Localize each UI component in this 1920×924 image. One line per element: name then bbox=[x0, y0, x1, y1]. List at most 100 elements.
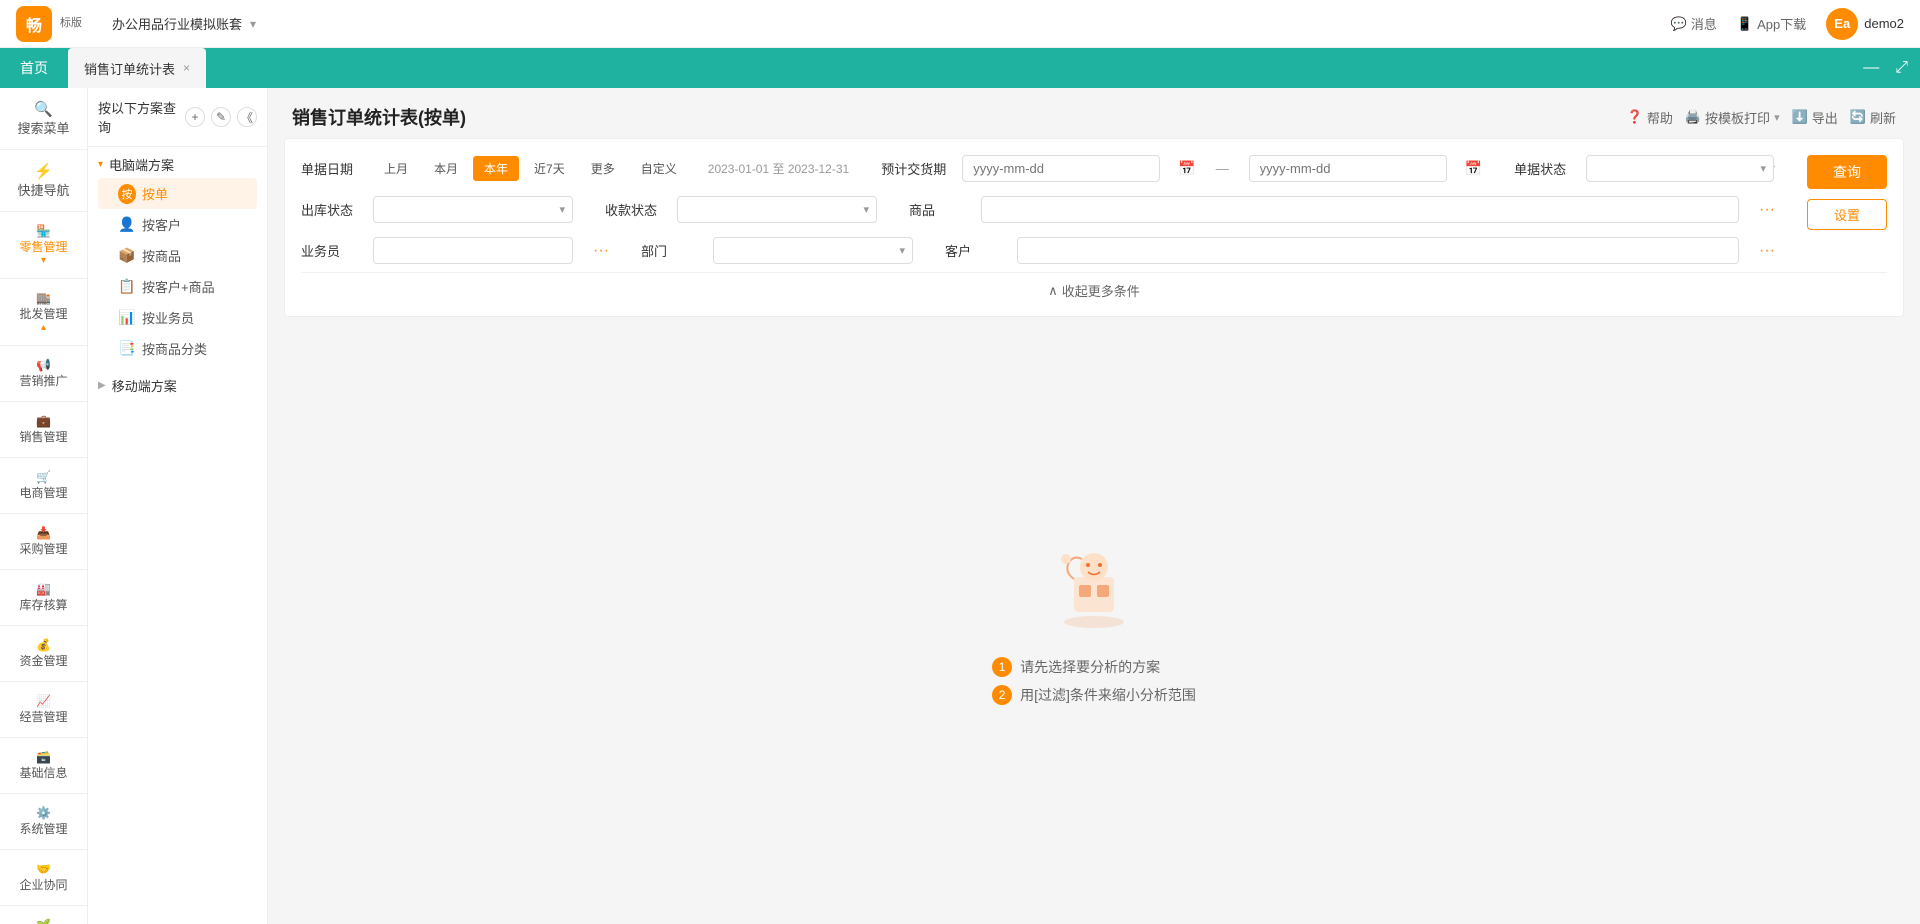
topbar: 畅 标版 办公用品行业模拟账套 ▾ 💬 消息 📱 App下载 Ea demo2 bbox=[0, 0, 1920, 48]
window-maximize-icon[interactable]: ⤢ bbox=[1891, 55, 1912, 81]
newbie-icon: 🌱 bbox=[36, 918, 51, 924]
scheme-collapse-button[interactable]: 《 bbox=[237, 107, 257, 127]
scheme-item-icon-category: 📑 bbox=[118, 340, 136, 358]
filter-row-1: 单据日期 上月 本月 本年 近7天 bbox=[301, 155, 1775, 182]
tab-active-label: 销售订单统计表 bbox=[84, 59, 175, 78]
ecom-icon: 🛒 bbox=[36, 470, 51, 484]
collapse-button[interactable]: ∧ 收起更多条件 bbox=[1048, 281, 1140, 300]
scheme-mobile-expand-icon: ▶ bbox=[98, 380, 106, 391]
customer-more-icon[interactable]: ··· bbox=[1759, 242, 1775, 260]
scheme-desktop-section: ▾ 电脑端方案 按 按单 👤 按客户 📦 按商品 📋 按客户+商品 bbox=[88, 147, 267, 368]
scheme-desktop-title[interactable]: ▾ 电脑端方案 bbox=[98, 155, 257, 174]
dept-label: 部门 bbox=[641, 241, 697, 260]
window-minimize-icon[interactable]: — bbox=[1859, 55, 1883, 81]
page-title: 销售订单统计表(按单) bbox=[292, 104, 466, 130]
sidebar-item-operation[interactable]: 📈 经营管理 bbox=[0, 682, 87, 738]
date-tab-lastmonth[interactable]: 上月 bbox=[373, 156, 419, 181]
refresh-button[interactable]: 🔄 刷新 bbox=[1850, 108, 1896, 127]
payment-status-select[interactable] bbox=[677, 196, 877, 223]
date-picker-start-icon[interactable]: 📅 bbox=[1178, 160, 1195, 177]
scheme-section-expand-icon: ▾ bbox=[98, 159, 103, 170]
sidebar-item-quicknav[interactable]: ⚡ 快捷导航 bbox=[0, 150, 87, 212]
customer-input[interactable] bbox=[1017, 237, 1739, 264]
delivery-status-select[interactable] bbox=[373, 196, 573, 223]
scheme-item-icon-custprod: 📋 bbox=[118, 278, 136, 296]
date-tab-thisyear[interactable]: 本年 bbox=[473, 156, 519, 181]
payment-status-label: 收款状态 bbox=[605, 200, 661, 219]
scheme-item-by-order[interactable]: 按 按单 bbox=[98, 178, 257, 209]
expected-delivery-start[interactable] bbox=[962, 155, 1160, 182]
sidebar-item-search[interactable]: 🔍 搜索菜单 bbox=[0, 88, 87, 150]
scheme-item-by-cust-prod[interactable]: 📋 按客户+商品 bbox=[98, 271, 257, 302]
message-icon: 💬 bbox=[1671, 16, 1687, 32]
sidebar-item-finance[interactable]: 💰 资金管理 bbox=[0, 626, 87, 682]
sidebar-item-enterprise[interactable]: 🤝 企业协同 bbox=[0, 850, 87, 906]
user-menu[interactable]: Ea demo2 bbox=[1826, 8, 1904, 40]
download-icon: 📱 bbox=[1737, 16, 1753, 32]
sidebar-item-sales[interactable]: 💼 销售管理 bbox=[0, 402, 87, 458]
salesperson-input[interactable] bbox=[373, 237, 573, 264]
scheme-mobile-title[interactable]: ▶ 移动端方案 bbox=[98, 376, 257, 395]
tab-active[interactable]: 销售订单统计表 × bbox=[68, 48, 206, 88]
workspace-name[interactable]: 办公用品行业模拟账套 bbox=[112, 14, 242, 33]
filter-area: 单据日期 上月 本月 本年 近7天 bbox=[284, 138, 1904, 317]
workspace-area: 办公用品行业模拟账套 ▾ bbox=[96, 14, 1671, 33]
date-tab-more[interactable]: 更多 bbox=[580, 156, 626, 181]
date-tab-custom[interactable]: 自定义 bbox=[630, 156, 688, 181]
workspace-arrow-icon[interactable]: ▾ bbox=[250, 17, 256, 31]
scheme-item-by-product[interactable]: 📦 按商品 bbox=[98, 240, 257, 271]
delivery-status-label: 出库状态 bbox=[301, 200, 357, 219]
query-button[interactable]: 查询 bbox=[1807, 155, 1887, 189]
message-button[interactable]: 💬 消息 bbox=[1671, 14, 1717, 33]
scheme-item-by-category[interactable]: 📑 按商品分类 bbox=[98, 333, 257, 364]
empty-hint-2: 2 用[过滤]条件来缩小分析范围 bbox=[992, 685, 1196, 705]
refresh-icon: 🔄 bbox=[1850, 109, 1866, 125]
sidebar-item-system[interactable]: ⚙️ 系统管理 bbox=[0, 794, 87, 850]
settings-button[interactable]: 设置 bbox=[1807, 199, 1887, 230]
print-button[interactable]: 🖨️ 按模板打印 ▾ bbox=[1685, 108, 1780, 127]
operation-icon: 📈 bbox=[36, 694, 51, 708]
tab-home[interactable]: 首页 bbox=[0, 48, 68, 88]
sidebar-item-retail[interactable]: 🏪 零售管理 ▾ bbox=[0, 212, 87, 279]
expected-delivery-end[interactable] bbox=[1249, 155, 1447, 182]
tab-close-icon[interactable]: × bbox=[183, 61, 190, 75]
action-column: 查询 设置 bbox=[1807, 155, 1887, 230]
date-tab-thismonth[interactable]: 本月 bbox=[423, 156, 469, 181]
scheme-item-by-salesperson[interactable]: 📊 按业务员 bbox=[98, 302, 257, 333]
help-button[interactable]: ❓ 帮助 bbox=[1627, 108, 1673, 127]
salesperson-more-icon[interactable]: ··· bbox=[593, 242, 609, 260]
content-area: 销售订单统计表(按单) ❓ 帮助 🖨️ 按模板打印 ▾ ⬇️ 导出 🔄 刷新 bbox=[268, 88, 1920, 924]
app-download-button[interactable]: 📱 App下载 bbox=[1737, 14, 1806, 33]
scheme-item-by-customer[interactable]: 👤 按客户 bbox=[98, 209, 257, 240]
sidebar-item-stock[interactable]: 🏭 库存核算 bbox=[0, 570, 87, 626]
scheme-edit-button[interactable]: ✎ bbox=[211, 107, 231, 127]
sidebar-item-marketing[interactable]: 📢 营销推广 bbox=[0, 346, 87, 402]
scheme-add-button[interactable]: + bbox=[185, 107, 205, 127]
print-dropdown-icon[interactable]: ▾ bbox=[1774, 111, 1780, 124]
collapse-row: ∧ 收起更多条件 bbox=[301, 272, 1887, 300]
sidebar-item-newbie[interactable]: 🌱 新手引导 bbox=[0, 906, 87, 924]
sidebar-item-base[interactable]: 🗃️ 基础信息 bbox=[0, 738, 87, 794]
sidebar-item-wholesale[interactable]: 🏬 批发管理 ▴ bbox=[0, 279, 87, 346]
system-icon: ⚙️ bbox=[36, 806, 51, 820]
date-picker-end-icon[interactable]: 📅 bbox=[1465, 160, 1482, 177]
tabbar-window-controls: — ⤢ bbox=[1859, 55, 1920, 81]
user-name: demo2 bbox=[1864, 16, 1904, 31]
export-button[interactable]: ⬇️ 导出 bbox=[1792, 108, 1838, 127]
empty-illustration bbox=[1044, 537, 1144, 637]
filter-row-3: 业务员 ··· 部门 客户 ··· bbox=[301, 237, 1775, 264]
dept-select[interactable] bbox=[713, 237, 913, 264]
filter-row-2: 出库状态 收款状态 商品 bbox=[301, 196, 1775, 223]
product-more-icon[interactable]: ··· bbox=[1759, 201, 1775, 219]
empty-state: 1 请先选择要分析的方案 2 用[过滤]条件来缩小分析范围 bbox=[268, 317, 1920, 924]
sidebar-item-ecom[interactable]: 🛒 电商管理 bbox=[0, 458, 87, 514]
help-icon: ❓ bbox=[1627, 109, 1643, 125]
sales-icon: 💼 bbox=[36, 414, 51, 428]
quicknav-icon: ⚡ bbox=[34, 162, 53, 180]
topbar-right: 💬 消息 📱 App下载 Ea demo2 bbox=[1671, 8, 1904, 40]
doc-status-select[interactable] bbox=[1586, 155, 1774, 182]
scheme-panel-actions: + ✎ 《 bbox=[185, 107, 257, 127]
sidebar-item-purchase[interactable]: 📥 采购管理 bbox=[0, 514, 87, 570]
date-tab-last7[interactable]: 近7天 bbox=[523, 156, 576, 181]
product-input[interactable] bbox=[981, 196, 1739, 223]
